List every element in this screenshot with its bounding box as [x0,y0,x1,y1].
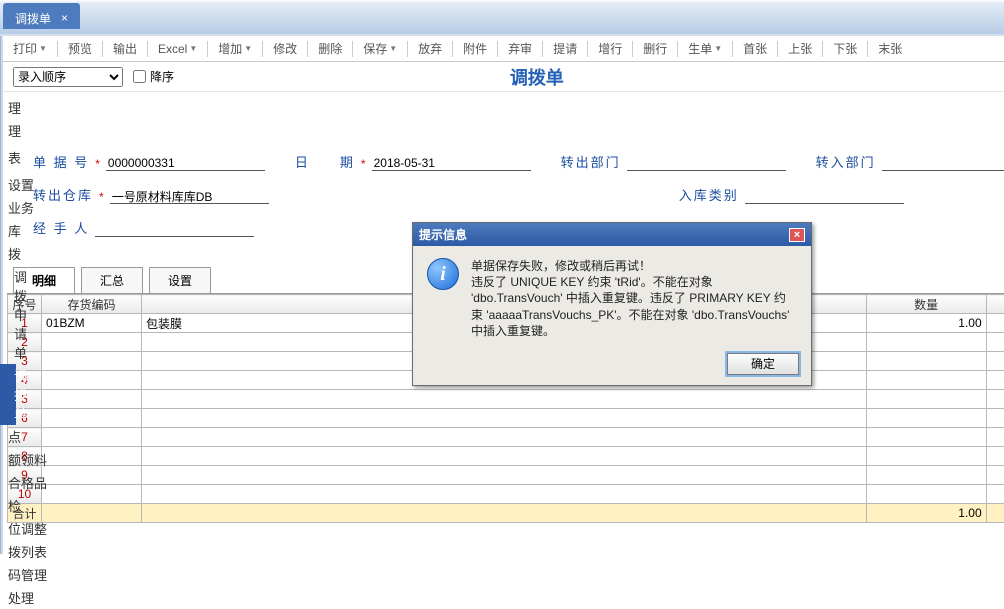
error-dialog: 提示信息 × i 单据保存失败，修改或稍后再试！ 违反了 UNIQUE KEY … [412,222,812,386]
close-icon[interactable]: × [789,228,805,242]
sidebar-item[interactable]: 码管理 [0,563,10,586]
modal-mask: 提示信息 × i 单据保存失败，修改或稍后再试！ 违反了 UNIQUE KEY … [0,0,1004,554]
info-icon: i [427,258,459,290]
sidebar-item[interactable]: 处理 [0,586,10,609]
ok-button[interactable]: 确定 [727,353,799,375]
dialog-titlebar[interactable]: 提示信息 × [413,223,811,246]
dialog-message: 单据保存失败，修改或稍后再试！ 违反了 UNIQUE KEY 约束 'tRid'… [471,258,797,339]
dialog-title: 提示信息 [419,226,467,243]
